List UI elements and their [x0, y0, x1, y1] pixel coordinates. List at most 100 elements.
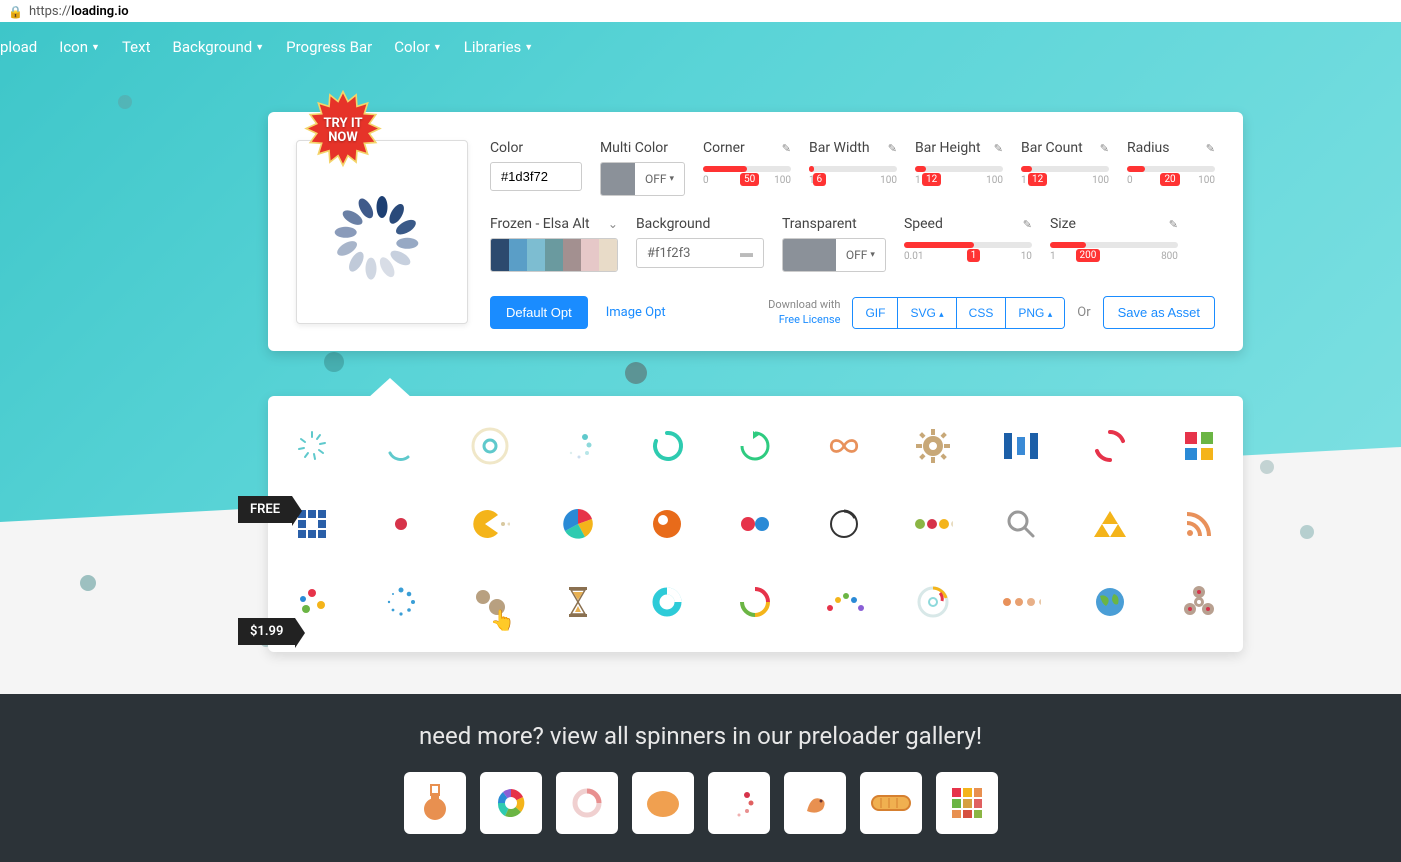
try-it-badge[interactable]: TRY IT NOW [302, 90, 384, 172]
two-dots-icon[interactable] [735, 504, 775, 544]
dual-arc-icon[interactable] [1090, 426, 1130, 466]
gallery-panel: FREE $1.99 [268, 396, 1243, 652]
edit-icon[interactable]: ✎ [1206, 142, 1215, 155]
edit-icon[interactable]: ✎ [782, 142, 791, 155]
flask-icon[interactable] [404, 772, 466, 834]
pie-chart-icon[interactable] [558, 504, 598, 544]
barwidth-slider[interactable]: 16100 [809, 162, 897, 186]
color-input[interactable] [490, 162, 582, 191]
red-dots-icon[interactable] [708, 772, 770, 834]
edit-icon[interactable]: ✎ [888, 142, 897, 155]
speed-slider[interactable]: 0.01110 [904, 238, 1032, 262]
spinner-preview [339, 189, 425, 275]
size-label: Size [1050, 216, 1076, 232]
color-dots-icon[interactable] [292, 582, 332, 622]
pacman-icon[interactable] [470, 504, 510, 544]
pink-ring-icon[interactable] [556, 772, 618, 834]
barcount-slider[interactable]: 112100 [1021, 162, 1109, 186]
eye-ball-icon[interactable] [647, 504, 687, 544]
gif-button[interactable]: GIF [853, 298, 898, 328]
png-button[interactable]: PNG ▴ [1006, 298, 1064, 328]
bubble [118, 95, 132, 109]
spinner-burst-icon[interactable] [292, 426, 332, 466]
dot-icon[interactable] [381, 504, 421, 544]
nav-color[interactable]: Color▼ [394, 38, 442, 56]
bars-icon[interactable] [1001, 426, 1041, 466]
palette-swatches[interactable] [490, 238, 618, 272]
fade-dots-icon[interactable] [1001, 582, 1041, 622]
hourglass-icon[interactable] [558, 582, 598, 622]
ctrl-size: Size ✎ 1200800 [1050, 216, 1178, 272]
multicolor-toggle[interactable]: OFF▾ [600, 162, 685, 196]
svg-button[interactable]: SVG ▴ [898, 298, 956, 328]
arc-icon[interactable] [381, 426, 421, 466]
nav-text[interactable]: Text [122, 38, 151, 56]
bubble [1260, 460, 1274, 474]
ctrl-transparent: Transparent OFF▾ [782, 216, 886, 272]
ring-circle-icon[interactable] [470, 426, 510, 466]
transparent-toggle[interactable]: OFF▾ [782, 238, 886, 272]
chevron-up-icon: ▴ [1048, 309, 1053, 319]
image-opt-link[interactable]: Image Opt [606, 305, 666, 320]
nav-upload[interactable]: pload [0, 38, 37, 56]
free-license-link[interactable]: Free License [779, 313, 841, 326]
refresh-icon[interactable] [735, 426, 775, 466]
background-label: Background [636, 216, 764, 232]
main-nav: pload Icon▼ Text Background▼ Progress Ba… [0, 24, 1401, 56]
footer-title: need more? view all spinners in our prel… [0, 722, 1401, 750]
blob-icon[interactable] [632, 772, 694, 834]
barheight-slider[interactable]: 112100 [915, 162, 1003, 186]
dropper-icon: ▬ [740, 245, 753, 261]
nav-icon[interactable]: Icon▼ [59, 38, 100, 56]
windows-squares-icon[interactable] [1179, 426, 1219, 466]
spinner-arc-icon[interactable] [647, 426, 687, 466]
magnifier-icon[interactable] [1001, 504, 1041, 544]
aperture-color-icon[interactable] [480, 772, 542, 834]
nav-progressbar[interactable]: Progress Bar [286, 38, 372, 56]
or-text: Or [1077, 305, 1090, 320]
edit-icon[interactable]: ✎ [1169, 218, 1178, 231]
triforce-icon[interactable] [1090, 504, 1130, 544]
dots-orbit-icon[interactable] [558, 426, 598, 466]
nav-libraries[interactable]: Libraries▼ [464, 38, 533, 56]
chevron-down-icon: ▼ [255, 42, 264, 53]
ctrl-radius: Radius✎ 020100 [1127, 140, 1215, 196]
footer: need more? view all spinners in our prel… [0, 694, 1401, 862]
ctrl-speed: Speed ✎ 0.01110 [904, 216, 1032, 272]
edit-icon[interactable]: ✎ [994, 142, 1003, 155]
bird-icon[interactable] [784, 772, 846, 834]
fidget-spinner-icon[interactable] [1179, 582, 1219, 622]
thick-ring-icon[interactable] [647, 582, 687, 622]
infinity-icon[interactable] [824, 426, 864, 466]
save-asset-button[interactable]: Save as Asset [1103, 296, 1215, 329]
color-grid-icon[interactable] [936, 772, 998, 834]
dotted-ring-icon[interactable] [381, 582, 421, 622]
toggle-swatch [783, 239, 836, 271]
background-input[interactable]: #f1f2f3▬ [636, 238, 764, 268]
edit-icon[interactable]: ✎ [1023, 218, 1032, 231]
expand-icon[interactable]: ⌄ [608, 217, 618, 231]
nav-background[interactable]: Background▼ [172, 38, 264, 56]
pill-icon[interactable] [860, 772, 922, 834]
rainbow-dots-icon[interactable] [824, 582, 864, 622]
chevron-down-icon: ▼ [91, 42, 100, 53]
size-slider[interactable]: 1200800 [1050, 238, 1178, 262]
gear-icon[interactable] [913, 426, 953, 466]
rss-icon[interactable] [1179, 504, 1219, 544]
radius-slider[interactable]: 020100 [1127, 162, 1215, 186]
browser-address-bar: 🔒 https://loading.io [0, 0, 1401, 24]
chevron-down-icon: ▾ [870, 250, 875, 260]
radar-icon[interactable] [913, 582, 953, 622]
aperture-icon[interactable] [824, 504, 864, 544]
edit-icon[interactable]: ✎ [1100, 142, 1109, 155]
traffic-dots-icon[interactable] [913, 504, 953, 544]
rainbow-arc-icon[interactable] [735, 582, 775, 622]
bubble [625, 362, 647, 384]
css-button[interactable]: CSS [957, 298, 1007, 328]
globe-icon[interactable] [1090, 582, 1130, 622]
default-opt-button[interactable]: Default Opt [490, 296, 588, 329]
speed-label: Speed [904, 216, 943, 232]
corner-slider[interactable]: 050100 [703, 162, 791, 186]
format-buttons: GIF SVG ▴ CSS PNG ▴ [852, 297, 1065, 329]
bubble [324, 352, 344, 372]
